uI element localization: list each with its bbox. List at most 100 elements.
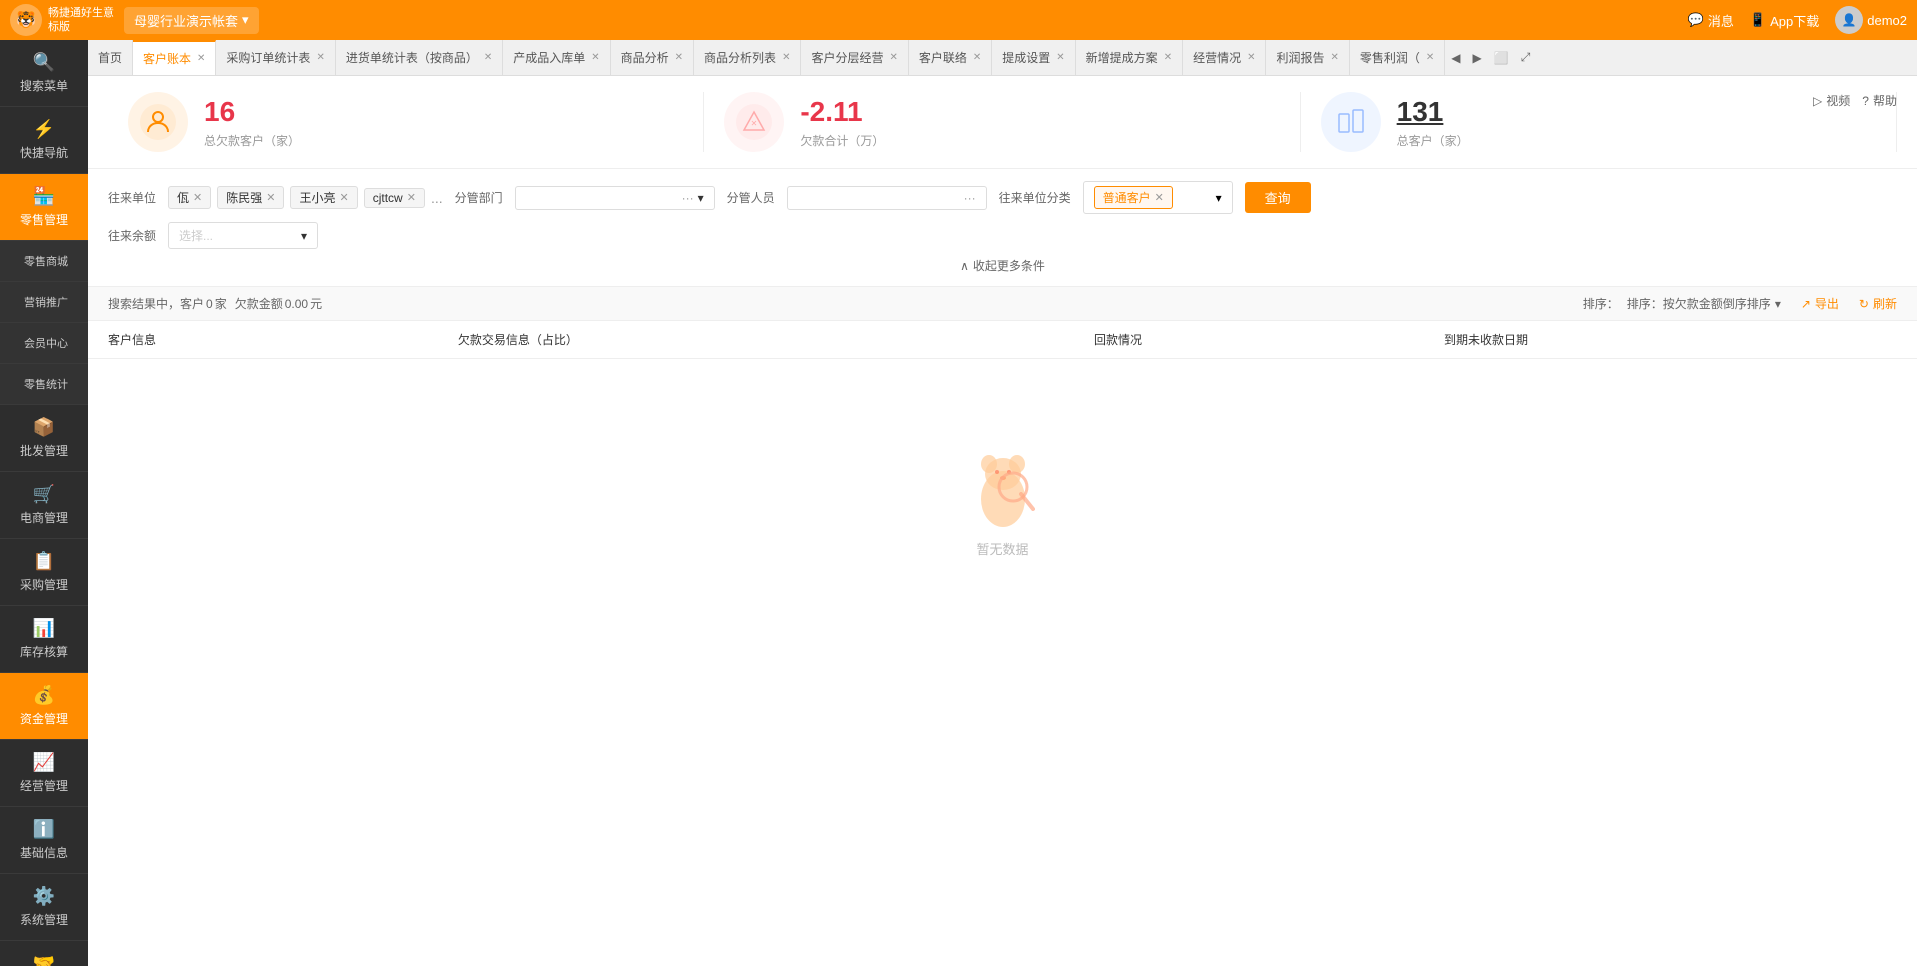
tab-close-purchase-order[interactable]: ✕ (316, 52, 324, 63)
top-bar-right: 💬 消息 📱 App下载 👤 demo2 (1688, 6, 1907, 34)
tab-profit-report[interactable]: 利润报告 ✕ (1266, 40, 1349, 76)
remove-category-tag[interactable]: ✕ (1155, 191, 1164, 204)
sidebar-item-inventory[interactable]: 📊 库存核算 (0, 606, 88, 673)
stat-icon-customers (128, 92, 188, 152)
sidebar-item-retail[interactable]: 🏪 零售管理 (0, 174, 88, 241)
tab-close-purchase-stats[interactable]: ✕ (484, 52, 492, 63)
tab-home[interactable]: 首页 (88, 40, 133, 76)
sidebar-item-purchase[interactable]: 📋 采购管理 (0, 539, 88, 606)
tab-restore[interactable]: ⤢ (1515, 40, 1537, 76)
sidebar-item-operation[interactable]: 📈 经营管理 (0, 740, 88, 807)
tab-nav-prev[interactable]: ◀ (1445, 40, 1466, 76)
debt-value: -2.11 (800, 96, 884, 128)
query-button[interactable]: 查询 (1245, 182, 1311, 213)
tab-close-customer-tier[interactable]: ✕ (889, 52, 897, 63)
sidebar-item-search[interactable]: 🔍 搜索菜单 (0, 40, 88, 107)
tab-product-stock[interactable]: 产成品入库单 ✕ (503, 40, 610, 76)
empty-illustration (953, 439, 1053, 539)
refresh-icon: ↻ (1859, 297, 1869, 311)
refresh-button[interactable]: ↻ 刷新 (1859, 295, 1897, 312)
staff-select[interactable]: ··· (787, 186, 987, 210)
tab-product-analysis[interactable]: 商品分析 ✕ (611, 40, 694, 76)
tab-customer-tier[interactable]: 客户分层经营 ✕ (801, 40, 908, 76)
unit-filter-label: 往来单位 (108, 189, 156, 206)
ecommerce-icon: 🛒 (33, 484, 55, 505)
tab-close-customer-account[interactable]: ✕ (197, 53, 205, 64)
category-filter-label: 往来单位分类 (999, 189, 1071, 206)
tab-close-new-boost[interactable]: ✕ (1164, 52, 1172, 63)
tab-nav-next[interactable]: ▶ (1467, 40, 1488, 76)
tab-close-customer-contact[interactable]: ✕ (973, 52, 981, 63)
logo-icon: 🐯 (10, 4, 42, 36)
sidebar-item-retail-mall[interactable]: 零售商城 (0, 241, 88, 282)
sidebar-item-quicknav[interactable]: ⚡ 快捷导航 (0, 107, 88, 174)
sidebar-item-finance[interactable]: 💰 资金管理 (0, 673, 88, 740)
category-select[interactable]: 普通客户 ✕ ▾ (1083, 181, 1233, 214)
tab-customer-account[interactable]: 客户账本 ✕ (133, 40, 216, 76)
tab-customer-contact[interactable]: 客户联络 ✕ (909, 40, 992, 76)
export-button[interactable]: ↗ 导出 (1801, 295, 1839, 312)
sidebar-item-member[interactable]: 会员中心 (0, 323, 88, 364)
filter-tag-chen: 陈民强 ✕ (217, 186, 284, 209)
sidebar-item-ecommerce[interactable]: 🛒 电商管理 (0, 472, 88, 539)
tab-maximize[interactable]: ⬜ (1488, 40, 1515, 76)
filter-area: 往来单位 佤 ✕ 陈民强 ✕ 王小亮 (88, 169, 1917, 287)
tab-product-analysis-list[interactable]: 商品分析列表 ✕ (694, 40, 801, 76)
customers-value: 16 (204, 96, 300, 128)
sidebar-item-basic-info[interactable]: ℹ️ 基础信息 (0, 807, 88, 874)
remove-tag-wa[interactable]: ✕ (193, 191, 202, 204)
app-download-button[interactable]: 📱 App下载 (1750, 11, 1819, 30)
sidebar-item-system[interactable]: ⚙️ 系统管理 (0, 874, 88, 941)
logo-area: 🐯 畅捷通好生意 标版 (10, 4, 114, 36)
empty-state: 暂无数据 (88, 359, 1917, 638)
remove-tag-wang[interactable]: ✕ (340, 191, 349, 204)
tab-close-profit-report[interactable]: ✕ (1331, 52, 1339, 63)
export-icon: ↗ (1801, 297, 1811, 311)
collapse-button[interactable]: ∧ 收起更多条件 (960, 257, 1045, 274)
col-debt-info: 欠款交易信息（占比） (438, 321, 1074, 359)
tab-purchase-order[interactable]: 采购订单统计表 ✕ (216, 40, 335, 76)
video-btn[interactable]: ▷ 视频 (1813, 92, 1850, 109)
tab-close-product-stock[interactable]: ✕ (591, 52, 599, 63)
filter-tag-wang: 王小亮 ✕ (290, 186, 357, 209)
dept-select[interactable]: ··· ▾ (515, 186, 715, 210)
stats-row: 16 总欠款客户（家） ✕ (88, 76, 1917, 169)
sidebar-item-retail-stats[interactable]: 零售统计 (0, 364, 88, 405)
sort-select[interactable]: 排序：按欠款金额倒序排序 ▾ (1627, 295, 1781, 312)
play-icon: ▷ (1813, 94, 1822, 108)
tab-close-product-analysis[interactable]: ✕ (675, 52, 683, 63)
filter-row-2: 往来余额 选择... ▾ (108, 222, 1897, 249)
dept-more-icon: ··· (682, 191, 694, 205)
dept-chevron: ▾ (698, 191, 704, 205)
tab-operation[interactable]: 经营情况 ✕ (1183, 40, 1266, 76)
sidebar-item-enterprise[interactable]: 🤝 企业协同 (0, 941, 88, 966)
staff-more-icon: ··· (964, 191, 976, 205)
stat-icon-total (1321, 92, 1381, 152)
collapse-icon: ∧ (960, 259, 969, 273)
tab-close-boost-settings[interactable]: ✕ (1056, 52, 1064, 63)
tab-close-retail-profit[interactable]: ✕ (1426, 52, 1434, 63)
sidebar-item-wholesale[interactable]: 📦 批发管理 (0, 405, 88, 472)
sidebar-item-marketing[interactable]: 营销推广 (0, 282, 88, 323)
tab-close-operation[interactable]: ✕ (1247, 52, 1255, 63)
tab-boost-settings[interactable]: 提成设置 ✕ (992, 40, 1075, 76)
workspace-selector[interactable]: 母婴行业演示帐套 ▾ (124, 7, 259, 34)
remove-tag-cjttcw[interactable]: ✕ (407, 191, 416, 204)
tab-new-boost[interactable]: 新增提成方案 ✕ (1076, 40, 1183, 76)
tab-purchase-stats[interactable]: 进货单统计表（按商品） ✕ (336, 40, 503, 76)
tab-retail-profit[interactable]: 零售利润（ ✕ (1350, 40, 1445, 76)
remove-tag-chen[interactable]: ✕ (266, 191, 275, 204)
more-tags-button[interactable]: ... (431, 190, 443, 206)
staff-filter-label: 分管人员 (727, 189, 775, 206)
tab-close-product-analysis-list[interactable]: ✕ (782, 52, 790, 63)
tab-bar: 首页 客户账本 ✕ 采购订单统计表 ✕ 进货单统计表（按商品） ✕ 产成品入库单… (88, 40, 1917, 76)
balance-select[interactable]: 选择... ▾ (168, 222, 318, 249)
stat-info-debt: -2.11 欠款合计（万） (800, 96, 884, 149)
filter-row-1: 往来单位 佤 ✕ 陈民强 ✕ 王小亮 (108, 181, 1897, 214)
debt-amount: 0.00 (285, 297, 308, 311)
user-menu[interactable]: 👤 demo2 (1835, 6, 1907, 34)
message-button[interactable]: 💬 消息 (1688, 11, 1734, 30)
stat-info-customers: 16 总欠款客户（家） (204, 96, 300, 149)
help-btn[interactable]: ? 帮助 (1862, 92, 1897, 109)
balance-chevron: ▾ (301, 229, 307, 243)
